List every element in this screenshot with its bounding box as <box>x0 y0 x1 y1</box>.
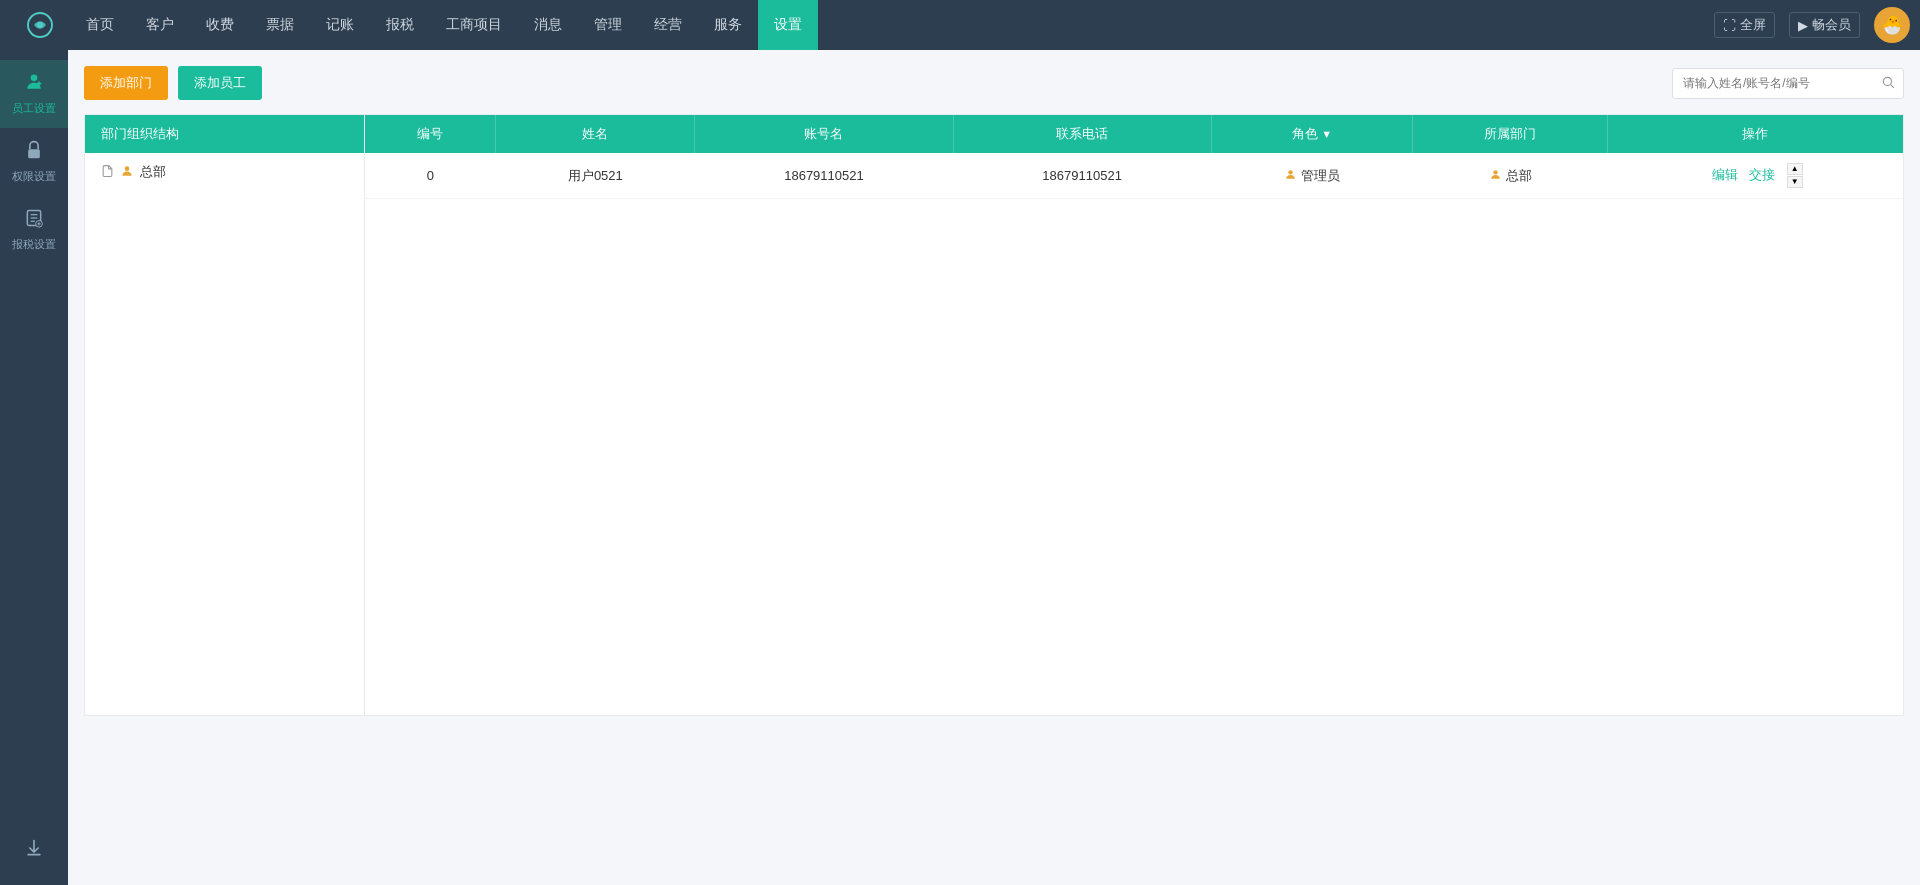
emp-table: 编号 姓名 账号名 联系电话 角色 ▼ 所属部门 操作 0 <box>365 115 1903 199</box>
cell-id: 0 <box>365 153 496 199</box>
col-role-label: 角色 <box>1292 126 1318 141</box>
nav-items: 首页 客户 收费 票据 记账 报税 工商项目 消息 管理 经营 服务 设置 <box>70 0 1714 50</box>
cell-name: 用户0521 <box>496 153 695 199</box>
vip-button[interactable]: ▶ 畅会员 <box>1789 12 1860 38</box>
search-button[interactable] <box>1873 69 1903 98</box>
dept-tree-header: 部门组织结构 <box>85 115 364 153</box>
file-icon <box>101 164 114 181</box>
add-emp-button[interactable]: 添加员工 <box>178 66 262 100</box>
col-header-name: 姓名 <box>496 115 695 153</box>
col-header-dept: 所属部门 <box>1413 115 1607 153</box>
sidebar-item-employee[interactable]: 员工设置 <box>0 60 68 128</box>
dept-name: 总部 <box>140 163 166 181</box>
svg-point-13 <box>1883 77 1891 85</box>
dept-cell-user-icon <box>1489 168 1502 184</box>
main-content: 添加部门 添加员工 部门组织结构 <box>68 50 1920 885</box>
dept-tree: 部门组织结构 总部 <box>85 115 365 715</box>
emp-table-area: 编号 姓名 账号名 联系电话 角色 ▼ 所属部门 操作 0 <box>365 115 1903 715</box>
col-header-phone: 联系电话 <box>953 115 1211 153</box>
lock-icon <box>24 140 44 165</box>
sidebar-item-permission[interactable]: 权限设置 <box>0 128 68 196</box>
sidebar-item-employee-label: 员工设置 <box>12 101 56 116</box>
sidebar: 员工设置 权限设置 报税设置 <box>0 50 68 885</box>
cell-action: 编辑 交接 ▲ ▼ <box>1607 153 1903 199</box>
nav-item-tax[interactable]: 报税 <box>370 0 430 50</box>
search-input[interactable] <box>1673 70 1873 96</box>
cell-dept: 总部 <box>1413 153 1607 199</box>
nav-item-service[interactable]: 服务 <box>698 0 758 50</box>
svg-point-2 <box>31 75 38 82</box>
sidebar-bottom <box>0 826 68 875</box>
dept-user-icon <box>120 164 134 181</box>
avatar-icon: 🐣 <box>1881 14 1903 36</box>
nav-item-operation[interactable]: 经营 <box>638 0 698 50</box>
sidebar-item-download[interactable] <box>0 826 68 875</box>
svg-point-17 <box>1493 170 1497 174</box>
tax-settings-icon <box>24 208 44 233</box>
toolbar: 添加部门 添加员工 <box>84 66 1904 100</box>
svg-point-1 <box>37 22 43 28</box>
col-header-role[interactable]: 角色 ▼ <box>1211 115 1413 153</box>
fullscreen-icon: ⛶ <box>1723 18 1736 33</box>
top-nav: 首页 客户 收费 票据 记账 报税 工商项目 消息 管理 经营 服务 设置 ⛶ … <box>0 0 1920 50</box>
row-scroll-btns: ▲ ▼ <box>1787 163 1803 188</box>
col-header-id: 编号 <box>365 115 496 153</box>
nav-right: ⛶ 全屏 ▶ 畅会员 🐣 <box>1714 7 1910 43</box>
cell-account: 18679110521 <box>695 153 953 199</box>
search-box <box>1672 68 1904 99</box>
employee-icon <box>24 72 44 97</box>
add-dept-button[interactable]: 添加部门 <box>84 66 168 100</box>
svg-rect-4 <box>38 81 40 86</box>
dept-tree-item-root[interactable]: 总部 <box>85 153 364 191</box>
row-up-button[interactable]: ▲ <box>1787 163 1803 175</box>
dept-value: 总部 <box>1506 167 1532 185</box>
table-row: 0 用户0521 18679110521 18679110521 <box>365 153 1903 199</box>
col-header-account: 账号名 <box>695 115 953 153</box>
fullscreen-button[interactable]: ⛶ 全屏 <box>1714 12 1775 38</box>
sidebar-item-permission-label: 权限设置 <box>12 169 56 184</box>
nav-item-settings[interactable]: 设置 <box>758 0 818 50</box>
row-down-button[interactable]: ▼ <box>1787 176 1803 188</box>
svg-point-16 <box>1288 170 1292 174</box>
cell-phone: 18679110521 <box>953 153 1211 199</box>
nav-item-invoice[interactable]: 票据 <box>250 0 310 50</box>
svg-point-15 <box>125 166 130 171</box>
vip-label: 畅会员 <box>1812 16 1851 34</box>
nav-item-bookkeeping[interactable]: 记账 <box>310 0 370 50</box>
svg-line-14 <box>1891 84 1894 87</box>
fullscreen-label: 全屏 <box>1740 16 1766 34</box>
role-filter-icon[interactable]: ▼ <box>1321 128 1332 140</box>
edit-link[interactable]: 编辑 <box>1708 167 1742 182</box>
nav-item-customer[interactable]: 客户 <box>130 0 190 50</box>
sidebar-item-taxsettings-label: 报税设置 <box>12 237 56 252</box>
logo <box>10 10 70 40</box>
svg-rect-5 <box>28 149 40 158</box>
sidebar-item-taxsettings[interactable]: 报税设置 <box>0 196 68 264</box>
col-header-action: 操作 <box>1607 115 1903 153</box>
nav-item-manage[interactable]: 管理 <box>578 0 638 50</box>
vip-icon: ▶ <box>1798 18 1808 33</box>
avatar[interactable]: 🐣 <box>1874 7 1910 43</box>
nav-item-business[interactable]: 工商项目 <box>430 0 518 50</box>
download-icon <box>24 838 44 863</box>
nav-item-message[interactable]: 消息 <box>518 0 578 50</box>
nav-item-fee[interactable]: 收费 <box>190 0 250 50</box>
nav-item-home[interactable]: 首页 <box>70 0 130 50</box>
handover-link[interactable]: 交接 <box>1745 167 1779 182</box>
role-value: 管理员 <box>1301 167 1340 185</box>
role-user-icon <box>1284 168 1297 184</box>
cell-role: 管理员 <box>1211 153 1413 199</box>
content-area: 部门组织结构 总部 <box>84 114 1904 716</box>
